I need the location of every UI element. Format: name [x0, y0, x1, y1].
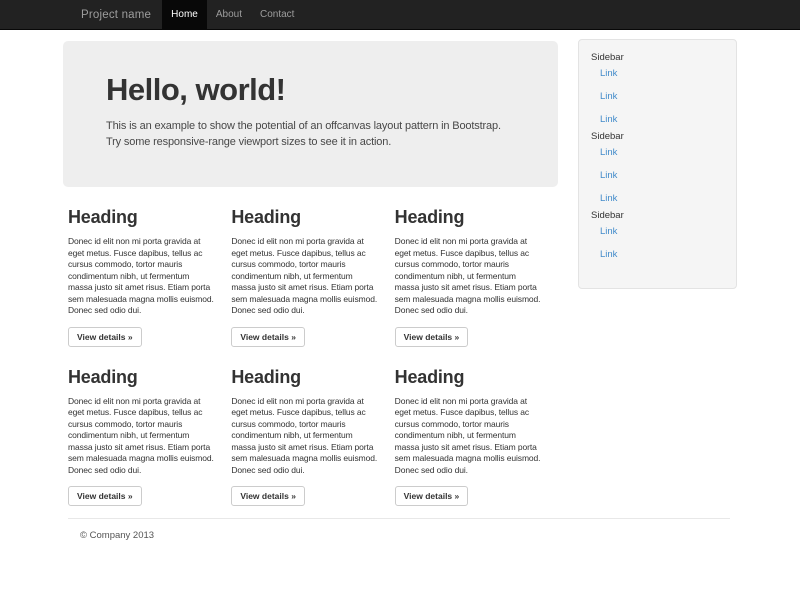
page-container: Hello, world! This is an example to show… — [63, 30, 737, 541]
nav-item-about[interactable]: About — [207, 0, 251, 29]
jumbotron-description: This is an example to show the potential… — [106, 118, 508, 150]
content-column: Heading Donec id elit non mi porta gravi… — [395, 347, 542, 507]
column-heading: Heading — [231, 207, 378, 228]
content-column: Heading Donec id elit non mi porta gravi… — [395, 187, 542, 347]
sidebar-link[interactable]: Link — [600, 249, 728, 260]
sidebar-link[interactable]: Link — [600, 170, 728, 181]
page-title: Hello, world! — [106, 72, 518, 108]
column-heading: Heading — [395, 367, 542, 388]
nav-menu: Home About Contact — [162, 0, 303, 29]
sidebar-group-2: Sidebar Link Link Link — [591, 131, 728, 204]
column-body: Donec id elit non mi porta gravida at eg… — [231, 236, 378, 317]
sidebar-link[interactable]: Link — [600, 147, 728, 158]
content-column: Heading Donec id elit non mi porta gravi… — [231, 347, 378, 507]
sidebar-link[interactable]: Link — [600, 114, 728, 125]
content-column: Heading Donec id elit non mi porta gravi… — [231, 187, 378, 347]
footer-copyright: © Company 2013 — [80, 530, 737, 541]
sidebar-link[interactable]: Link — [600, 91, 728, 102]
jumbotron: Hello, world! This is an example to show… — [63, 41, 558, 187]
column-heading: Heading — [395, 207, 542, 228]
content-column: Heading Donec id elit non mi porta gravi… — [68, 187, 215, 347]
sidebar-link[interactable]: Link — [600, 68, 728, 79]
content-row-1: Heading Donec id elit non mi porta gravi… — [68, 187, 558, 347]
sidebar-group-title: Sidebar — [591, 210, 728, 221]
sidebar-group-3: Sidebar Link Link — [591, 210, 728, 260]
view-details-button[interactable]: View details » — [395, 486, 469, 506]
brand-link[interactable]: Project name — [63, 0, 151, 29]
view-details-button[interactable]: View details » — [231, 327, 305, 347]
column-body: Donec id elit non mi porta gravida at eg… — [395, 236, 542, 317]
sidebar-group-1: Sidebar Link Link Link — [591, 52, 728, 125]
column-body: Donec id elit non mi porta gravida at eg… — [231, 396, 378, 477]
navbar: Project name Home About Contact — [0, 0, 800, 30]
content-column: Heading Donec id elit non mi porta gravi… — [68, 347, 215, 507]
column-body: Donec id elit non mi porta gravida at eg… — [68, 396, 215, 477]
nav-item-contact[interactable]: Contact — [251, 0, 303, 29]
column-heading: Heading — [68, 207, 215, 228]
view-details-button[interactable]: View details » — [231, 486, 305, 506]
column-heading: Heading — [68, 367, 215, 388]
sidebar-link[interactable]: Link — [600, 226, 728, 237]
footer-divider — [68, 518, 730, 519]
view-details-button[interactable]: View details » — [395, 327, 469, 347]
sidebar-group-title: Sidebar — [591, 52, 728, 63]
view-details-button[interactable]: View details » — [68, 327, 142, 347]
sidebar: Sidebar Link Link Link Sidebar Link Link… — [578, 39, 737, 289]
view-details-button[interactable]: View details » — [68, 486, 142, 506]
column-body: Donec id elit non mi porta gravida at eg… — [68, 236, 215, 317]
layout-row: Hello, world! This is an example to show… — [63, 30, 737, 506]
content-row-2: Heading Donec id elit non mi porta gravi… — [68, 347, 558, 507]
column-heading: Heading — [231, 367, 378, 388]
sidebar-group-title: Sidebar — [591, 131, 728, 142]
main-column: Hello, world! This is an example to show… — [63, 30, 558, 506]
column-body: Donec id elit non mi porta gravida at eg… — [395, 396, 542, 477]
navbar-inner: Project name Home About Contact — [63, 0, 737, 29]
sidebar-link[interactable]: Link — [600, 193, 728, 204]
nav-item-home[interactable]: Home — [162, 0, 207, 29]
